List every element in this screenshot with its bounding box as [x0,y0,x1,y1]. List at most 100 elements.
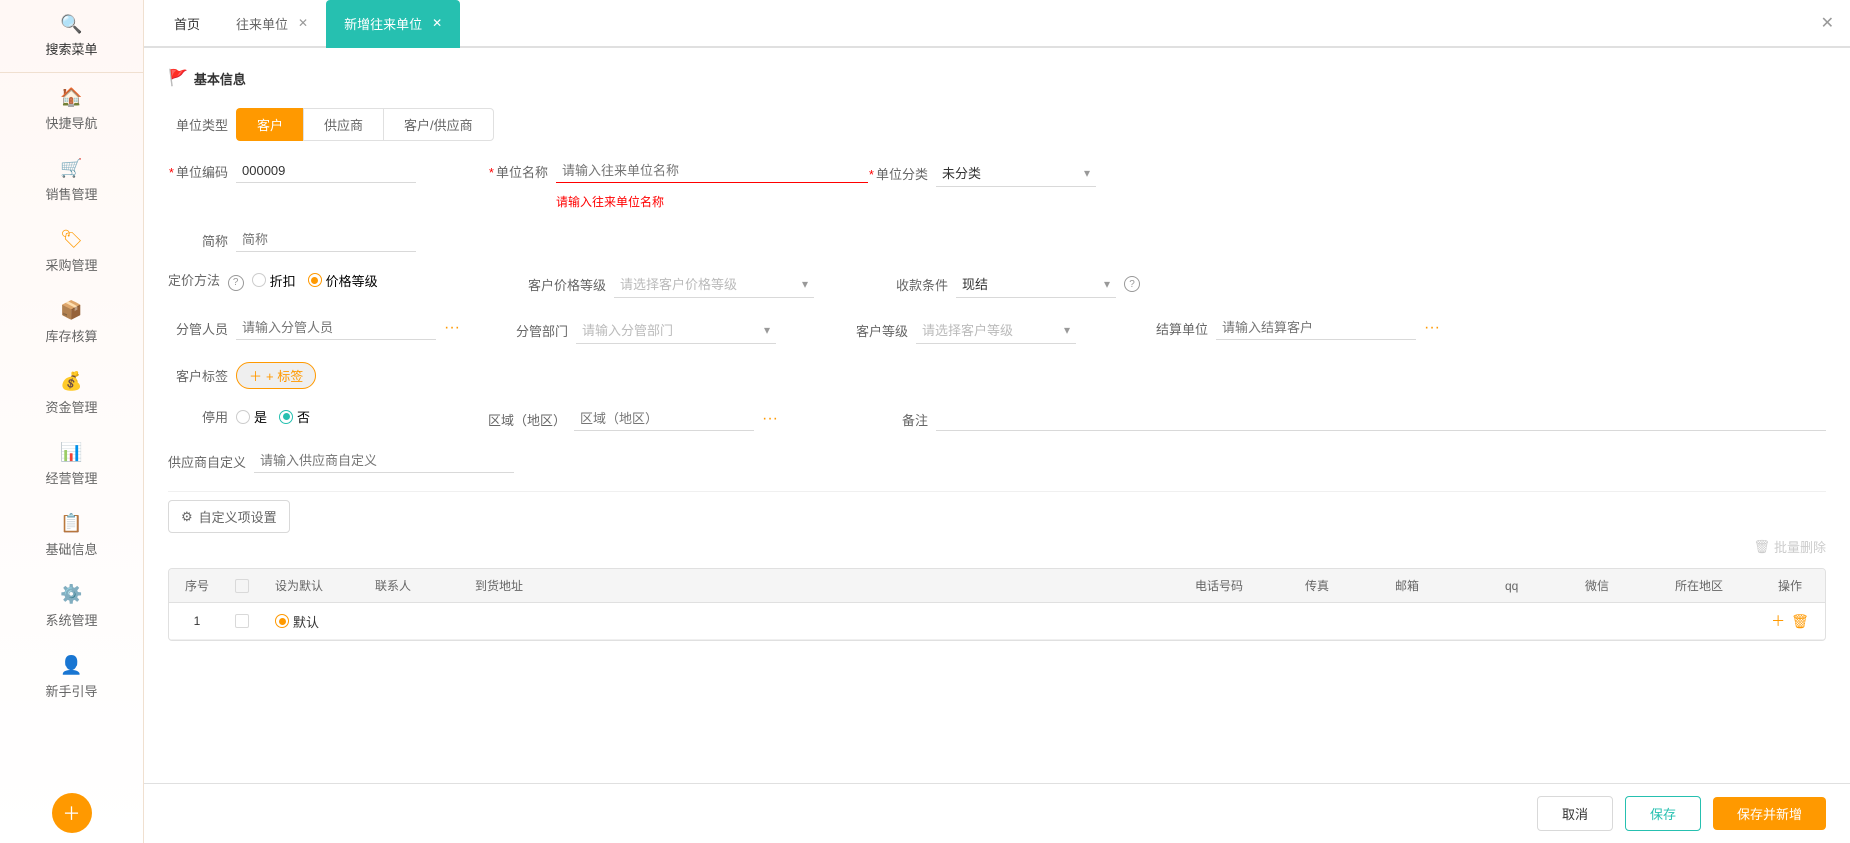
unit-btn-both[interactable]: 客户/供应商 [383,108,494,141]
batch-delete-row: 🗑 批量删除 [168,537,1826,556]
cell-contact[interactable] [365,606,465,637]
tab-new-counterpart[interactable]: 新增往来单位 ✕ [326,0,460,48]
sidebar-item-newbie[interactable]: 👤 新手引导 [0,641,143,712]
settlement-unit-input[interactable] [1216,316,1416,340]
cell-fax[interactable] [1295,606,1385,637]
pricing-method-help-icon[interactable]: ? [228,275,244,291]
supplier-custom-input[interactable] [254,449,514,473]
region-input[interactable] [574,407,754,431]
unit-btn-supplier[interactable]: 供应商 [303,108,383,141]
sidebar-item-system[interactable]: ⚙️ 系统管理 [0,570,143,641]
cell-qq[interactable] [1495,606,1575,637]
cell-email[interactable] [1385,606,1495,637]
contact-input[interactable] [375,614,455,629]
header-checkbox[interactable] [235,579,249,593]
custom-settings-button[interactable]: ⚙ 自定义项设置 [168,500,290,533]
chart-icon: 📊 [60,440,84,464]
sidebar-item-purchase[interactable]: 🏷 采购管理 [0,215,143,286]
cart-icon: 🛒 [60,156,84,180]
unit-code-label: *单位编码 [168,162,228,181]
unit-code-input[interactable] [236,159,416,183]
tab-new-counterpart-close[interactable]: ✕ [432,16,442,30]
customer-price-level-select[interactable]: 请选择客户价格等级 ▾ [614,270,814,298]
payment-terms-select[interactable]: 现结 ▾ [956,270,1116,298]
save-and-new-button[interactable]: 保存并新增 [1713,797,1826,830]
manager-input[interactable] [236,316,436,340]
remark-label: 备注 [868,410,928,429]
window-close-button[interactable]: ✕ [1821,13,1834,33]
settlement-unit-more-btn[interactable]: ··· [1424,319,1440,337]
region-more-btn[interactable]: ··· [762,410,778,428]
cell-phone[interactable] [1185,606,1295,637]
col-email-header: 邮箱 [1385,569,1495,602]
col-action-header: 操作 [1755,569,1825,602]
cell-region[interactable] [1665,606,1755,637]
region-table-input[interactable] [1675,614,1745,629]
email-input[interactable] [1395,614,1485,629]
wechat-input[interactable] [1585,614,1655,629]
tab-counterparts[interactable]: 往来单位 ✕ [218,0,326,48]
save-button[interactable]: 保存 [1625,796,1701,831]
unit-category-group: *单位分类 未分类 ▾ [868,159,1168,187]
discount-label: 折扣 [270,271,296,290]
cell-default: 默认 [265,604,365,639]
person-icon: 👤 [60,653,84,677]
cancel-button[interactable]: 取消 [1537,796,1613,831]
disabled-no-radio[interactable]: 否 [279,407,310,426]
batch-delete-label[interactable]: 批量删除 [1774,537,1826,556]
sidebar-item-inventory[interactable]: 📦 库存核算 [0,286,143,357]
disabled-row: 停用 是 否 区域（地区） ··· [168,407,1826,431]
col-phone-header: 电话号码 [1185,569,1295,602]
address-input[interactable] [475,614,1175,629]
manager-more-btn[interactable]: ··· [444,319,460,337]
payment-terms-help-icon[interactable]: ? [1124,276,1140,292]
unit-name-group: *单位名称 请输入往来单位名称 [488,159,868,210]
customer-level-select[interactable]: 请选择客户等级 ▾ [916,316,1076,344]
row-checkbox[interactable] [235,614,249,628]
add-row-icon[interactable]: ＋ [1771,611,1785,631]
sidebar-item-operations[interactable]: 📊 经营管理 [0,428,143,499]
region-label: 区域（地区） [488,410,566,429]
sidebar-item-label: 库存核算 [45,326,97,345]
pricing-level-radio[interactable]: 价格等级 [308,271,378,290]
unit-category-label: *单位分类 [868,164,928,183]
cell-check[interactable] [225,606,265,636]
tab-home[interactable]: 首页 [156,0,218,48]
fax-input[interactable] [1305,614,1375,629]
qq-input[interactable] [1505,614,1565,629]
unit-btn-customer[interactable]: 客户 [236,108,303,141]
customer-level-group: 客户等级 请选择客户等级 ▾ [848,316,1148,344]
sidebar-item-quick-nav[interactable]: 🏠 快捷导航 [0,73,143,144]
cell-address[interactable] [465,606,1185,637]
delete-row-icon[interactable]: 🗑 [1791,613,1809,630]
sidebar-item-label: 快捷导航 [45,113,97,132]
phone-input[interactable] [1195,614,1285,629]
disabled-radio-group: 是 否 [236,407,310,426]
unit-category-select[interactable]: 未分类 ▾ [936,159,1096,187]
pricing-method-group: 定价方法 ? 折扣 价格等级 [168,270,528,291]
table-row: 1 默认 [169,603,1825,640]
sidebar-add-btn[interactable]: ＋ [52,793,92,833]
disabled-yes-radio[interactable]: 是 [236,407,267,426]
unit-name-input[interactable] [556,159,868,183]
pricing-row: 定价方法 ? 折扣 价格等级 客户价格等级 [168,270,1826,298]
cell-wechat[interactable] [1575,606,1665,637]
sidebar-search[interactable]: 🔍 搜索菜单 [0,0,143,73]
settlement-unit-label: 结算单位 [1148,319,1208,338]
price-level-label: 价格等级 [326,271,378,290]
sidebar-item-sales[interactable]: 🛒 销售管理 [0,144,143,215]
department-select[interactable]: 请输入分管部门 ▾ [576,316,776,344]
customer-price-level-group: 客户价格等级 请选择客户价格等级 ▾ [528,270,888,298]
abbreviation-input[interactable] [236,228,416,252]
pricing-method-radio-group: 折扣 价格等级 [252,271,378,290]
remark-input[interactable] [936,407,1826,431]
tab-counterparts-close[interactable]: ✕ [298,16,308,30]
sidebar-item-basic[interactable]: 📋 基础信息 [0,499,143,570]
sidebar-item-finance[interactable]: 💰 资金管理 [0,357,143,428]
home-icon: 🏠 [60,85,84,109]
money-icon: 💰 [60,369,84,393]
sidebar: 🔍 搜索菜单 🏠 快捷导航 🛒 销售管理 🏷 采购管理 📦 库存核算 💰 资金管… [0,0,144,843]
pricing-discount-radio[interactable]: 折扣 [252,271,296,290]
default-radio[interactable]: 默认 [275,612,355,631]
add-tag-button[interactable]: ＋ + 标签 [236,362,316,389]
